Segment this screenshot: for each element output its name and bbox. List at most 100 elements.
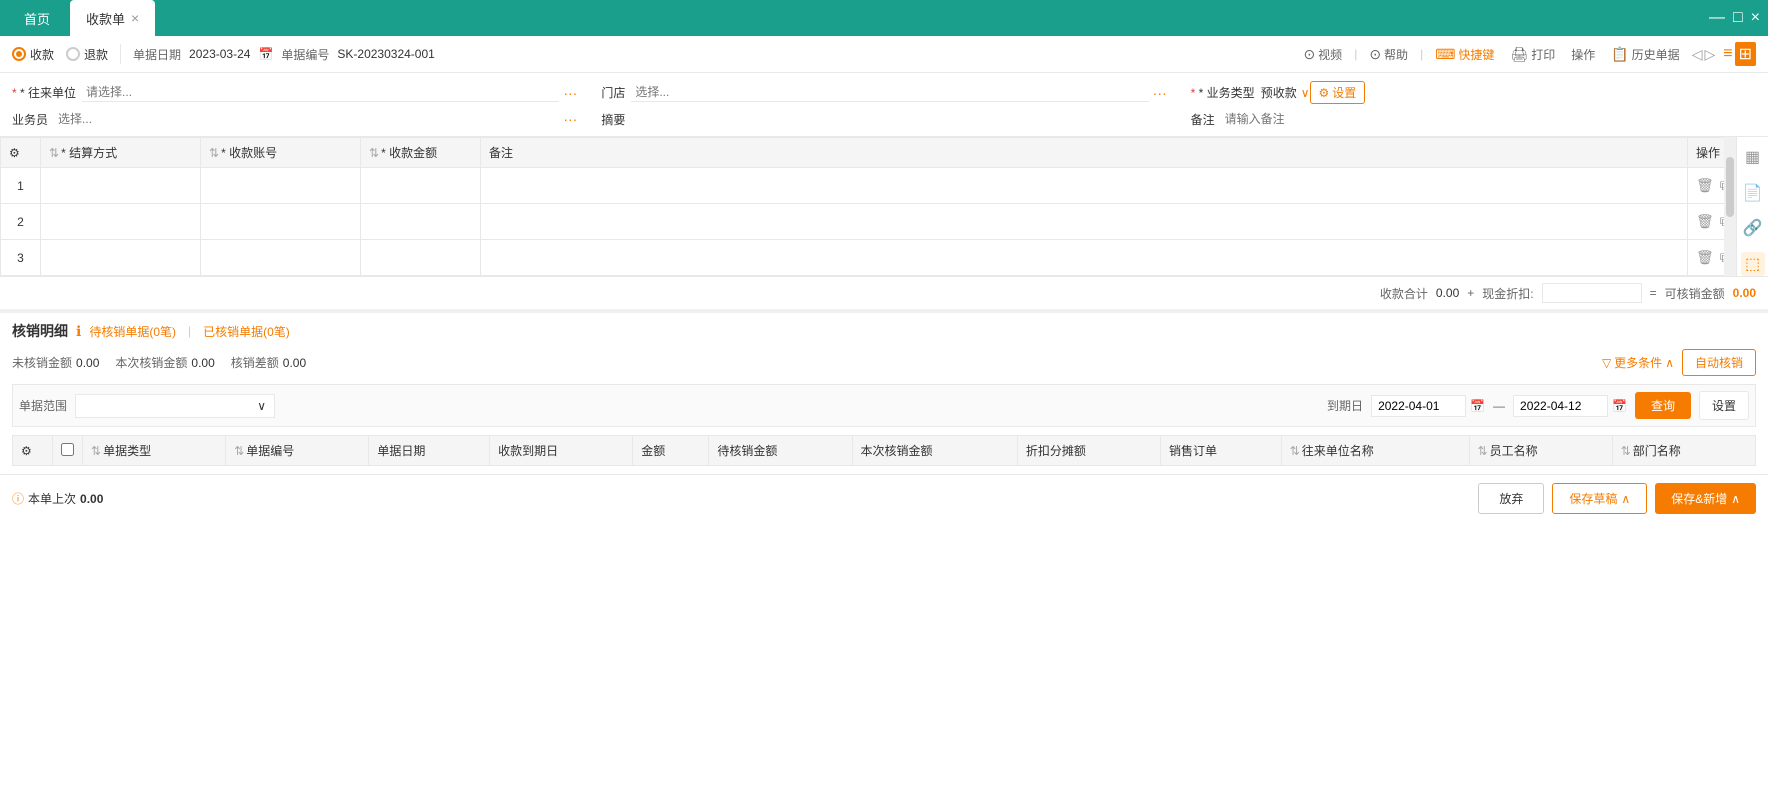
help-btn[interactable]: ⊙ 帮助 (1365, 44, 1412, 65)
delete-icon-1[interactable]: 🗑 (1696, 177, 1714, 194)
query-button[interactable]: 查询 (1635, 392, 1691, 419)
row-remark-1[interactable] (481, 168, 1688, 204)
select-all-checkbox[interactable] (61, 443, 74, 456)
row-no-1: 1 (1, 168, 41, 204)
summary-label: 摘要 (601, 111, 625, 128)
cal-to-icon[interactable]: 📅 (1612, 399, 1627, 413)
bt-col-settings[interactable]: ⚙ (13, 436, 53, 466)
print-btn[interactable]: 🖨 打印 (1506, 44, 1559, 65)
tab-bar-right: — □ × (1709, 9, 1760, 27)
col-remark-header[interactable]: 备注 (481, 138, 1688, 168)
grid-view-icon[interactable]: ⊞ (1735, 42, 1756, 66)
tab-close-icon[interactable]: × (131, 10, 139, 26)
pending-tab[interactable]: 待核销单据(0笔) (89, 323, 176, 340)
row-settlement-3[interactable] (41, 240, 201, 276)
salesman-input[interactable] (54, 110, 559, 128)
done-tab[interactable]: 已核销单据(0笔) (203, 323, 290, 340)
store-input[interactable] (631, 83, 1148, 102)
row-settlement-2[interactable] (41, 204, 201, 240)
row-remark-2[interactable] (481, 204, 1688, 240)
bt-col-counterpart[interactable]: ⇅往来单位名称 (1281, 436, 1469, 466)
summary-input[interactable] (631, 110, 1166, 128)
verification-settings-button[interactable]: 设置 (1699, 391, 1749, 420)
calendar-icon[interactable]: 📅 (258, 47, 273, 61)
tab-home[interactable]: 首页 (8, 0, 66, 36)
bt-col-doc-no[interactable]: ⇅单据编号 (226, 436, 369, 466)
remark-input[interactable] (1221, 110, 1756, 128)
col-settlement-header[interactable]: ⇅* 结算方式 (41, 138, 201, 168)
history-btn[interactable]: 📋 历史单据 (1607, 44, 1683, 65)
current-cancel-label: 本次核销金额 (115, 354, 187, 371)
next-arrow[interactable]: ▷ (1704, 46, 1715, 63)
counterpart-input[interactable] (82, 83, 559, 102)
row-amount-3[interactable] (361, 240, 481, 276)
info-icon[interactable]: ℹ (76, 323, 81, 340)
tab-active-label: 收款单 (86, 9, 125, 28)
bt-col-pending[interactable]: 待核销金额 (709, 436, 852, 466)
operation-btn[interactable]: 操作 (1567, 44, 1599, 65)
store-more-icon[interactable]: ··· (1153, 85, 1167, 101)
bt-col-employee[interactable]: ⇅员工名称 (1469, 436, 1612, 466)
bt-col-check[interactable] (53, 436, 83, 466)
auto-verify-button[interactable]: 自动核销 (1682, 349, 1756, 376)
footer-info-icon[interactable]: ⓘ (12, 490, 24, 507)
bt-col-due-date[interactable]: 收款到期日 (490, 436, 633, 466)
col-amount-header[interactable]: ⇅* 收款金额 (361, 138, 481, 168)
tab-active[interactable]: 收款单 × (70, 0, 155, 36)
more-conditions-btn[interactable]: ▽ 更多条件 ∧ (1602, 354, 1674, 371)
prev-arrow[interactable]: ◁ (1692, 46, 1703, 63)
col-settings-header[interactable]: ⚙ (1, 138, 41, 168)
shortcut-btn[interactable]: ⌨ 快捷键 (1431, 44, 1498, 65)
list-view-icon[interactable]: ≡ (1723, 45, 1732, 63)
range-dropdown[interactable]: ∨ (75, 394, 275, 418)
row-amount-1[interactable] (361, 168, 481, 204)
remark-label: 备注 (1191, 111, 1215, 128)
video-btn[interactable]: ⊙ 视频 (1299, 44, 1346, 65)
sidebar-crop-icon[interactable]: ⬚ (1741, 252, 1765, 276)
radio-tuidan[interactable]: 退款 (66, 46, 108, 63)
bt-col-doc-type[interactable]: ⇅单据类型 (83, 436, 226, 466)
col-account-header[interactable]: ⇅* 收款账号 (201, 138, 361, 168)
draft-button[interactable]: 保存草稿 ∧ (1552, 483, 1647, 514)
salesman-more-icon[interactable]: ··· (563, 111, 577, 127)
bt-col-dept[interactable]: ⇅部门名称 (1612, 436, 1755, 466)
maximize-icon[interactable]: □ (1733, 9, 1743, 27)
counterpart-more-icon[interactable]: ··· (563, 85, 577, 101)
delete-icon-3[interactable]: 🗑 (1696, 249, 1714, 266)
business-type-dropdown-icon[interactable]: ∨ (1301, 86, 1310, 100)
row-account-2[interactable] (201, 204, 361, 240)
doc-no-value: SK-20230324-001 (337, 47, 434, 61)
row-account-1[interactable] (201, 168, 361, 204)
equals-sign: = (1650, 286, 1657, 300)
bt-col-amount[interactable]: 金额 (633, 436, 709, 466)
diff-label: 核销差额 (231, 354, 279, 371)
row-account-3[interactable] (201, 240, 361, 276)
radio-tuidan-circle (66, 47, 80, 61)
scrollbar-area[interactable] (1724, 137, 1736, 276)
bt-col-discount[interactable]: 折扣分摊额 (1017, 436, 1160, 466)
main-content: 收款 退款 单据日期 2023-03-24 📅 单据编号 SK-20230324… (0, 36, 1768, 796)
date-to-input[interactable] (1513, 395, 1608, 417)
row-amount-2[interactable] (361, 204, 481, 240)
delete-icon-2[interactable]: 🗑 (1696, 213, 1714, 230)
close-window-icon[interactable]: × (1751, 9, 1760, 27)
bt-col-doc-date[interactable]: 单据日期 (369, 436, 490, 466)
scrollbar-thumb[interactable] (1726, 157, 1734, 217)
date-from-input[interactable] (1371, 395, 1466, 417)
sidebar-doc-icon[interactable]: 📄 (1741, 181, 1765, 205)
nav-arrows: ◁ ▷ (1692, 46, 1716, 63)
minimize-icon[interactable]: — (1709, 9, 1725, 27)
save-new-button[interactable]: 保存&新增 ∧ (1655, 483, 1756, 514)
radio-shoukuan[interactable]: 收款 (12, 46, 54, 63)
sidebar-link-icon[interactable]: 🔗 (1741, 217, 1765, 241)
row-settlement-1[interactable] (41, 168, 201, 204)
abandon-button[interactable]: 放弃 (1478, 483, 1544, 514)
settings-button[interactable]: ⚙ 设置 (1310, 81, 1366, 104)
bt-col-sales-order[interactable]: 销售订单 (1160, 436, 1281, 466)
discount-input[interactable] (1542, 283, 1642, 303)
cal-from-icon[interactable]: 📅 (1470, 399, 1485, 413)
row-remark-3[interactable] (481, 240, 1688, 276)
sidebar-table-icon[interactable]: ▦ (1741, 145, 1765, 169)
store-label: 门店 (601, 84, 625, 101)
bt-col-current[interactable]: 本次核销金额 (852, 436, 1017, 466)
